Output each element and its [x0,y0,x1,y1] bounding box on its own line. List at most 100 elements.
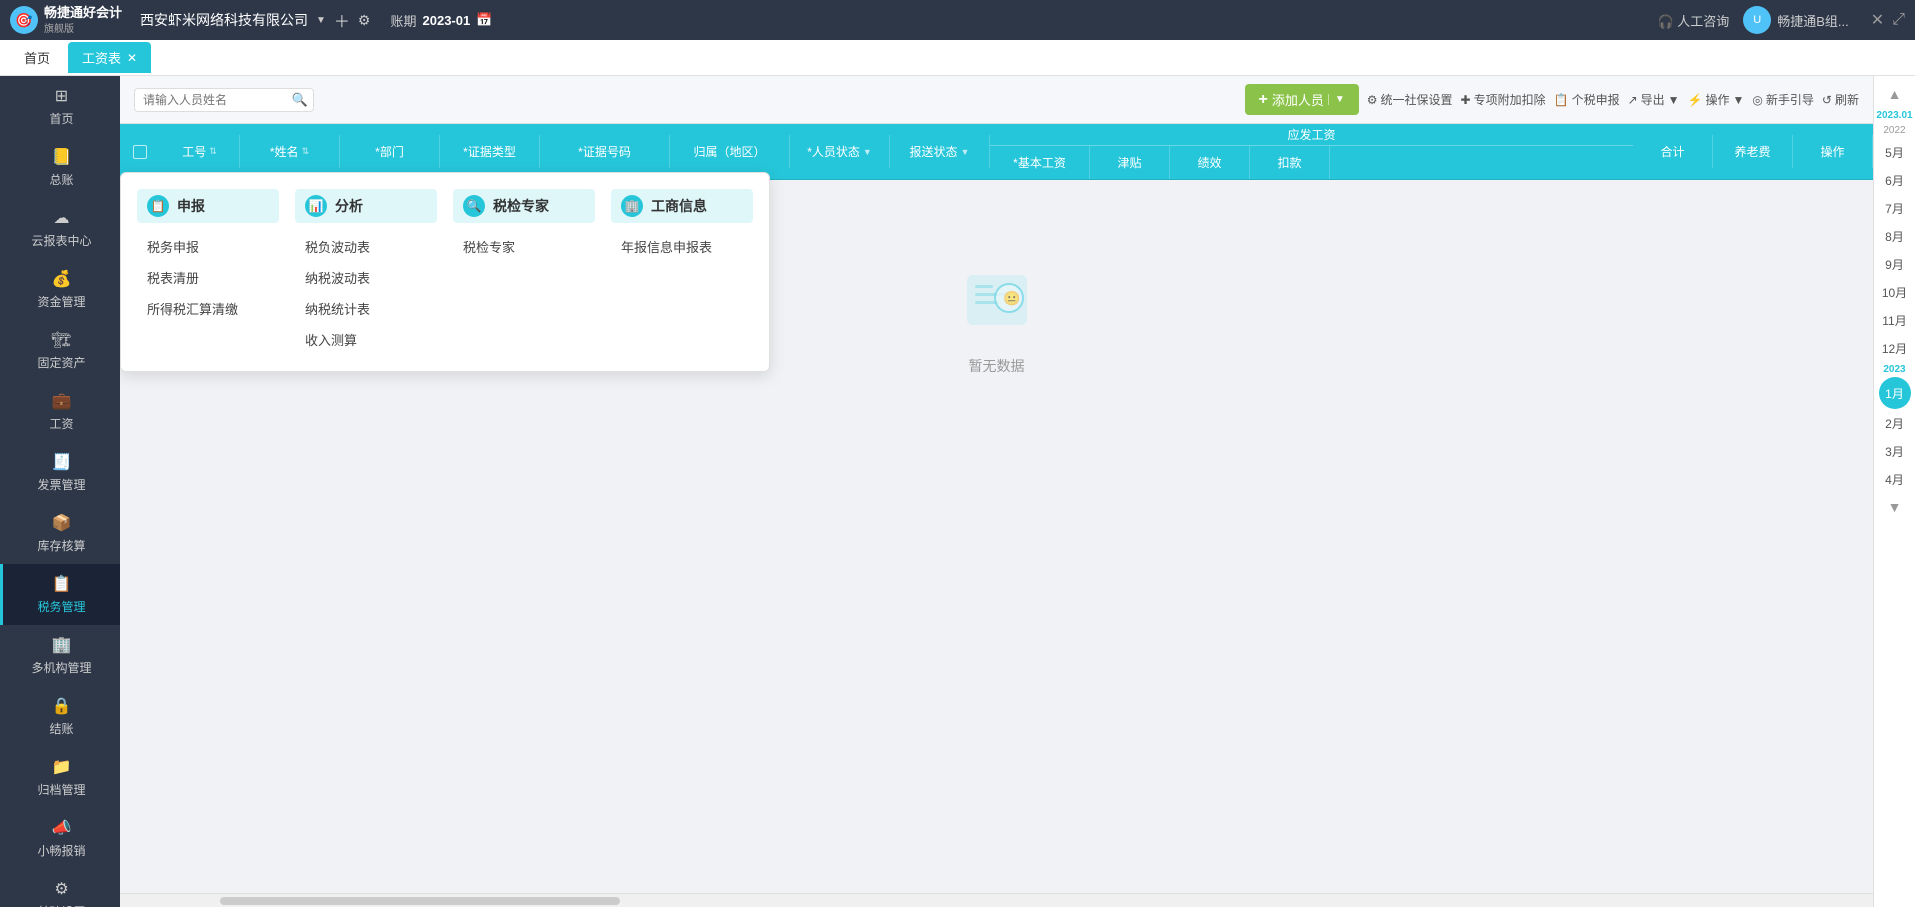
month-11[interactable]: 11月 [1877,306,1913,334]
guide-icon: ◎ [1752,93,1762,107]
social-security-icon: ⚙ [1367,93,1378,107]
special-deduction-action[interactable]: ✚ 专项附加扣除 [1461,91,1546,108]
sidebar-item-marketing[interactable]: 📣 小畅报销 [0,808,120,869]
sidebar-item-tax[interactable]: 📋 税务管理 [0,564,120,625]
month-4[interactable]: 4月 [1877,465,1913,493]
dropdown-item-income-settlement[interactable]: 所得税汇算清缴 [137,293,279,324]
th-group-label: 应发工资 [990,124,1633,146]
sidebar: ⊞ 首页 📒 总账 ☁ 云报表中心 💰 资金管理 🏗 固定资产 💼 工资 🧾 发… [0,76,120,907]
dropdown-item-tax-fluctuation[interactable]: 纳税波动表 [295,262,437,293]
dropdown-item-income-simulation[interactable]: 收入测算 [295,324,437,355]
social-security-label: 统一社保设置 [1381,91,1453,108]
sidebar-item-fund[interactable]: 💰 资金管理 [0,259,120,320]
business-col-icon: 🏢 [621,195,643,217]
sidebar-item-multi-org[interactable]: 🏢 多机构管理 [0,625,120,686]
tab-close-icon[interactable]: ✕ [127,51,137,65]
tab-home[interactable]: 首页 [10,42,64,73]
search-input[interactable] [134,88,314,112]
close-button[interactable]: ✕ [1871,10,1884,30]
th-base-salary: *基本工资 [990,146,1090,179]
dropdown-item-tax-burden[interactable]: 税负波动表 [295,231,437,262]
social-security-action[interactable]: ⚙ 统一社保设置 [1367,91,1453,108]
calendar-icon[interactable]: 📅 [476,12,492,28]
sidebar-item-fixed-assets[interactable]: 🏗 固定资产 [0,320,120,381]
th-total: 合计 [1633,135,1713,168]
dropdown-title-business: 🏢 工商信息 [611,189,753,223]
tax-expert-col-icon: 🔍 [463,195,485,217]
month-7[interactable]: 7月 [1877,194,1913,222]
th-status-label: *人员状态 [807,143,860,160]
user-area[interactable]: U 畅捷通B组... [1743,6,1849,34]
dropdown-item-tax-declaration[interactable]: 税务申报 [137,231,279,262]
sidebar-item-payroll[interactable]: 💼 工资 [0,381,120,442]
search-button[interactable]: 🔍 [292,92,308,108]
timeline-down-button[interactable]: ▼ [1881,493,1909,521]
help-button[interactable]: 🎧 人工咨询 [1657,11,1729,30]
month-5[interactable]: 5月 [1877,138,1913,166]
th-name: *姓名 ⇅ [240,135,340,168]
export-action[interactable]: ↗ 导出 ▼ [1628,91,1680,108]
company-name: 西安虾米网络科技有限公司 [140,10,308,30]
tax-return-action[interactable]: 📋 个税申报 [1554,91,1620,108]
dropdown-item-tax-table[interactable]: 税表清册 [137,262,279,293]
refresh-action[interactable]: ↺ 刷新 [1822,91,1859,108]
filter-icon-report[interactable]: ▼ [961,147,970,157]
sidebar-item-settings[interactable]: ⚙ 基础设置 [0,869,120,907]
analysis-title: 分析 [335,196,363,216]
add-button-label: 添加人员 [1272,90,1324,109]
user-label: 畅捷通B组... [1777,11,1849,30]
dropdown-grid: 📋 申报 税务申报 税表清册 所得税汇算清缴 📊 分析 [137,189,753,355]
sidebar-item-closing[interactable]: 🔒 结账 [0,686,120,747]
month-10[interactable]: 10月 [1877,278,1913,306]
tax-return-icon: 📋 [1554,93,1569,107]
special-deduction-icon: ✚ [1461,93,1471,107]
month-1[interactable]: 1月 [1879,377,1911,409]
add-employee-button[interactable]: + 添加人员 ▼ [1245,84,1359,115]
sidebar-item-home[interactable]: ⊞ 首页 [0,76,120,137]
scroll-thumb[interactable] [220,897,620,905]
month-9[interactable]: 9月 [1877,250,1913,278]
company-dropdown-icon[interactable]: ▼ [316,15,326,26]
cloud-icon: ☁ [54,208,70,228]
timeline-up-button[interactable]: ▲ [1881,80,1909,108]
add-company-icon[interactable]: ＋ [334,8,350,32]
table-wrap: 工号 ⇅ *姓名 ⇅ *部门 *证据类型 *证据号码 [120,124,1873,893]
month-12[interactable]: 12月 [1877,334,1913,362]
company-selector[interactable]: 西安虾米网络科技有限公司 ▼ ＋ ⚙ [140,8,370,32]
sidebar-item-cloud-report[interactable]: ☁ 云报表中心 [0,198,120,259]
marketing-icon: 📣 [52,818,72,838]
horizontal-scrollbar[interactable] [120,893,1873,907]
tax-expert-title: 税检专家 [493,196,549,216]
th-allowance: 津贴 [1090,146,1170,179]
sidebar-item-archive[interactable]: 📁 归档管理 [0,747,120,808]
guide-action[interactable]: ◎ 新手引导 [1752,91,1814,108]
th-performance-label: 绩效 [1197,154,1221,171]
period-label: 账期 [390,11,416,30]
select-all-checkbox[interactable] [133,145,147,159]
export-icon: ↗ [1628,93,1638,107]
dropdown-item-tax-expert[interactable]: 税检专家 [453,231,595,262]
month-2[interactable]: 2月 [1877,409,1913,437]
maximize-button[interactable]: ⤢ [1892,11,1905,29]
sidebar-label-fund: 资金管理 [37,293,85,310]
sort-icon-name[interactable]: ⇅ [302,146,310,157]
filter-icon-status[interactable]: ▼ [863,147,872,157]
th-id-type: *证据类型 [440,135,540,168]
settings-icon[interactable]: ⚙ [358,12,371,29]
tab-payroll[interactable]: 工资表 ✕ [68,42,151,73]
sidebar-item-inventory[interactable]: 📦 库存核算 [0,503,120,564]
sidebar-item-ledger[interactable]: 📒 总账 [0,137,120,198]
logo-area: 🎯 畅捷通好会计 旗舰版 [10,5,130,36]
th-dept-label: *部门 [375,143,404,160]
dropdown-item-tax-statistics[interactable]: 纳税统计表 [295,293,437,324]
sidebar-item-invoice[interactable]: 🧾 发票管理 [0,442,120,503]
month-8[interactable]: 8月 [1877,222,1913,250]
sort-icon-id[interactable]: ⇅ [209,146,217,157]
operations-action[interactable]: ⚡ 操作 ▼ [1688,91,1745,108]
th-deduction: 扣款 [1250,146,1330,179]
dropdown-item-annual-report[interactable]: 年报信息申报表 [611,231,753,262]
sidebar-label-marketing: 小畅报销 [37,842,85,859]
month-3[interactable]: 3月 [1877,437,1913,465]
month-6[interactable]: 6月 [1877,166,1913,194]
th-checkbox[interactable] [120,145,160,159]
